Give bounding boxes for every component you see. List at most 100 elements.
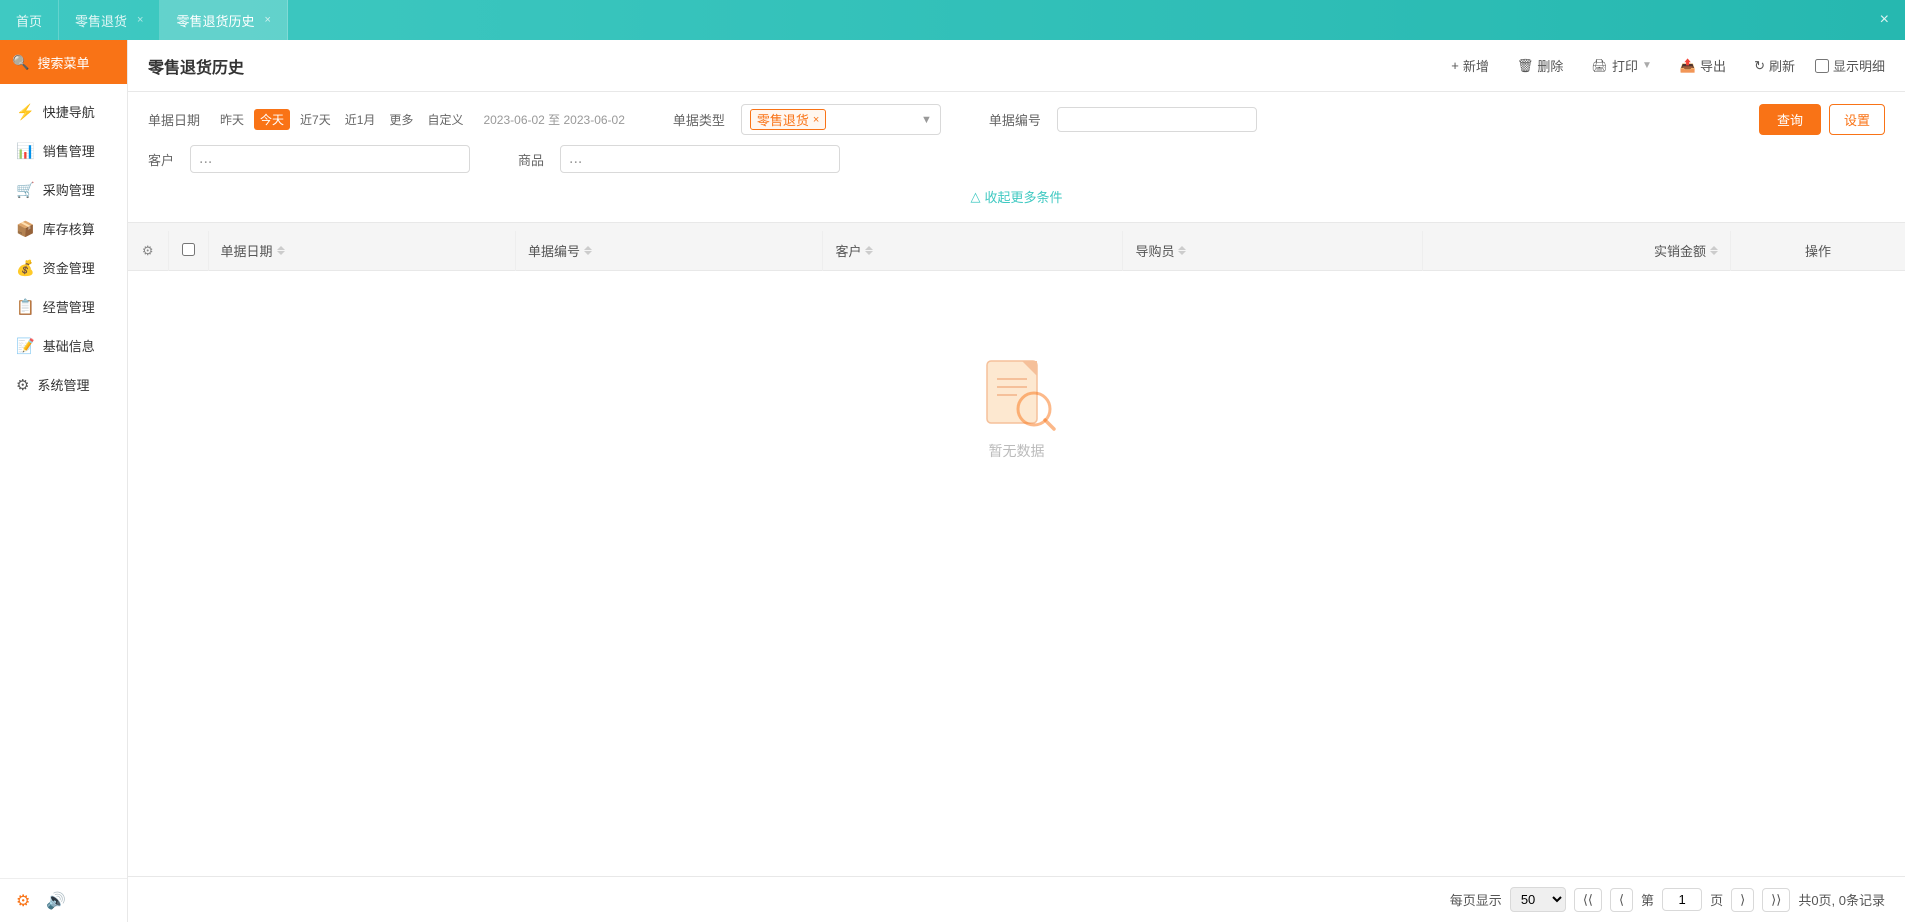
column-doc-no[interactable]: 单据编号 (515, 231, 822, 271)
page-label: 页 (1710, 890, 1723, 909)
export-button[interactable]: 📤 导出 (1672, 52, 1734, 79)
column-actions: 操作 (1730, 231, 1905, 271)
sidebar-item-inventory[interactable]: 📦 库存核算 (0, 209, 127, 248)
more-shortcut[interactable]: 更多 (385, 109, 417, 130)
doc-type-select[interactable]: 零售退货 × ▼ (741, 104, 941, 135)
filter-row-1: 单据日期 昨天 今天 近7天 近1月 更多 自定义 2023-06-02 至 2… (148, 104, 1885, 135)
volume-icon[interactable]: 🔊 (46, 891, 66, 911)
sidebar-item-quick-nav-label: 快捷导航 (43, 102, 95, 121)
first-page-button[interactable]: ⟨⟨ (1574, 888, 1602, 912)
doc-no-input[interactable] (1057, 107, 1257, 132)
tab-retail-return-close[interactable]: × (137, 14, 143, 26)
yesterday-shortcut[interactable]: 昨天 (216, 109, 248, 130)
customer-select[interactable]: ... (190, 145, 470, 173)
table-header-row: ⚙ 单据日期 (128, 231, 1905, 271)
prev-page-button[interactable]: ⟨ (1610, 888, 1633, 912)
finance-icon: 💰 (16, 259, 35, 277)
sidebar-nav: ⚡ 快捷导航 📊 销售管理 🛒 采购管理 📦 库存核算 💰 资金管理 📋 (0, 84, 127, 878)
doc-type-tag-close[interactable]: × (813, 114, 819, 126)
sidebar-item-sys-mgmt[interactable]: ⚙ 系统管理 (0, 365, 127, 404)
tab-retail-return[interactable]: 零售退货 × (59, 0, 160, 40)
new-label: 新增 (1463, 56, 1489, 75)
guide-sort-icon (1178, 246, 1186, 255)
print-icon: 🖨 (1591, 58, 1608, 74)
search-icon: 🔍 (12, 54, 29, 71)
next-page-button[interactable]: ⟩ (1731, 888, 1754, 912)
last7-shortcut[interactable]: 近7天 (296, 109, 335, 130)
date-shortcuts: 昨天 今天 近7天 近1月 更多 自定义 (216, 109, 467, 130)
column-settings[interactable]: ⚙ (128, 231, 168, 271)
sys-mgmt-icon: ⚙ (16, 376, 29, 394)
goods-dots: ... (569, 150, 582, 168)
query-button[interactable]: 查询 (1759, 104, 1821, 135)
delete-label: 删除 (1537, 56, 1563, 75)
table-wrap: ⚙ 单据日期 (128, 231, 1905, 876)
total-text: 共0页, 0条记录 (1798, 890, 1885, 909)
settings-bottom-icon[interactable]: ⚙ (16, 891, 30, 911)
last1m-shortcut[interactable]: 近1月 (341, 109, 380, 130)
sidebar-item-sales-label: 销售管理 (43, 141, 95, 160)
tab-home[interactable]: 首页 (0, 0, 59, 40)
show-detail-checkbox[interactable] (1815, 59, 1829, 73)
tab-retail-return-history-close[interactable]: × (264, 14, 270, 26)
column-guide[interactable]: 导购员 (1123, 231, 1423, 271)
sidebar-search[interactable]: 🔍 搜索菜单 (0, 40, 127, 84)
doc-type-tag-text: 零售退货 (757, 110, 809, 129)
print-label: 打印 (1612, 56, 1638, 75)
show-detail-wrap: 显示明细 (1815, 56, 1885, 75)
tab-retail-return-history[interactable]: 零售退货历史 × (160, 0, 287, 40)
filter-area: 单据日期 昨天 今天 近7天 近1月 更多 自定义 2023-06-02 至 2… (128, 92, 1905, 223)
page-actions: + 新增 🗑 删除 🖨 打印 ▼ 📤 导出 ↻ 刷 (1443, 52, 1885, 79)
sidebar-item-quick-nav[interactable]: ⚡ 快捷导航 (0, 92, 127, 131)
page-size-label: 每页显示 (1450, 890, 1502, 909)
tab-list: 首页 零售退货 × 零售退货历史 × (0, 0, 1864, 40)
tab-home-label: 首页 (16, 11, 42, 30)
tab-retail-return-history-label: 零售退货历史 (176, 11, 254, 30)
delete-button[interactable]: 🗑 删除 (1509, 52, 1572, 79)
page-header: 零售退货历史 + 新增 🗑 删除 🖨 打印 ▼ 📤 导出 (128, 40, 1905, 92)
amount-sort-icon (1710, 246, 1718, 255)
window-close-button[interactable]: × (1864, 11, 1905, 29)
print-button[interactable]: 🖨 打印 ▼ (1583, 52, 1659, 79)
pagination-bar: 每页显示 50 10 20 100 ⟨⟨ ⟨ 第 页 ⟩ ⟩⟩ 共0页, 0条记… (128, 876, 1905, 922)
collapse-button[interactable]: △ 收起更多条件 (958, 183, 1074, 210)
date-range-value: 2023-06-02 至 2023-06-02 (483, 111, 624, 128)
column-customer[interactable]: 客户 (823, 231, 1123, 271)
refresh-button[interactable]: ↻ 刷新 (1746, 52, 1803, 79)
sidebar-item-basic-info[interactable]: 📝 基础信息 (0, 326, 127, 365)
date-label: 单据日期 (148, 110, 200, 129)
column-amount[interactable]: 实销金额 (1423, 231, 1730, 271)
collapse-label: 收起更多条件 (984, 187, 1062, 206)
column-doc-date[interactable]: 单据日期 (208, 231, 515, 271)
customer-sort-icon (865, 246, 873, 255)
page-size-select[interactable]: 50 10 20 100 (1510, 887, 1566, 912)
refresh-label: 刷新 (1769, 56, 1795, 75)
sales-icon: 📊 (16, 142, 35, 160)
sidebar: 🔍 搜索菜单 ⚡ 快捷导航 📊 销售管理 🛒 采购管理 📦 库存核算 💰 (0, 40, 128, 922)
setting-button[interactable]: 设置 (1829, 104, 1885, 135)
doc-no-sort-icon (584, 246, 592, 255)
export-icon: 📤 (1680, 58, 1696, 74)
page-number-input[interactable] (1662, 888, 1702, 911)
doc-type-dropdown-icon: ▼ (921, 114, 932, 126)
column-checkbox (168, 231, 208, 271)
sidebar-item-basic-info-label: 基础信息 (43, 336, 95, 355)
last-page-button[interactable]: ⟩⟩ (1762, 888, 1790, 912)
sidebar-item-sales[interactable]: 📊 销售管理 (0, 131, 127, 170)
today-shortcut[interactable]: 今天 (254, 109, 290, 130)
main-layout: 🔍 搜索菜单 ⚡ 快捷导航 📊 销售管理 🛒 采购管理 📦 库存核算 💰 (0, 40, 1905, 922)
custom-shortcut[interactable]: 自定义 (423, 109, 467, 130)
sidebar-item-inventory-label: 库存核算 (43, 219, 95, 238)
export-label: 导出 (1700, 56, 1726, 75)
plus-icon: + (1451, 58, 1459, 73)
select-all-checkbox[interactable] (182, 243, 195, 256)
sidebar-item-finance[interactable]: 💰 资金管理 (0, 248, 127, 287)
sidebar-item-purchase[interactable]: 🛒 采购管理 (0, 170, 127, 209)
new-button[interactable]: + 新增 (1443, 52, 1497, 79)
goods-select[interactable]: ... (560, 145, 840, 173)
purchase-icon: 🛒 (16, 181, 35, 199)
sidebar-item-purchase-label: 采购管理 (43, 180, 95, 199)
empty-text: 暂无数据 (989, 441, 1045, 461)
empty-state: 暂无数据 (128, 271, 1905, 541)
sidebar-item-operations[interactable]: 📋 经营管理 (0, 287, 127, 326)
